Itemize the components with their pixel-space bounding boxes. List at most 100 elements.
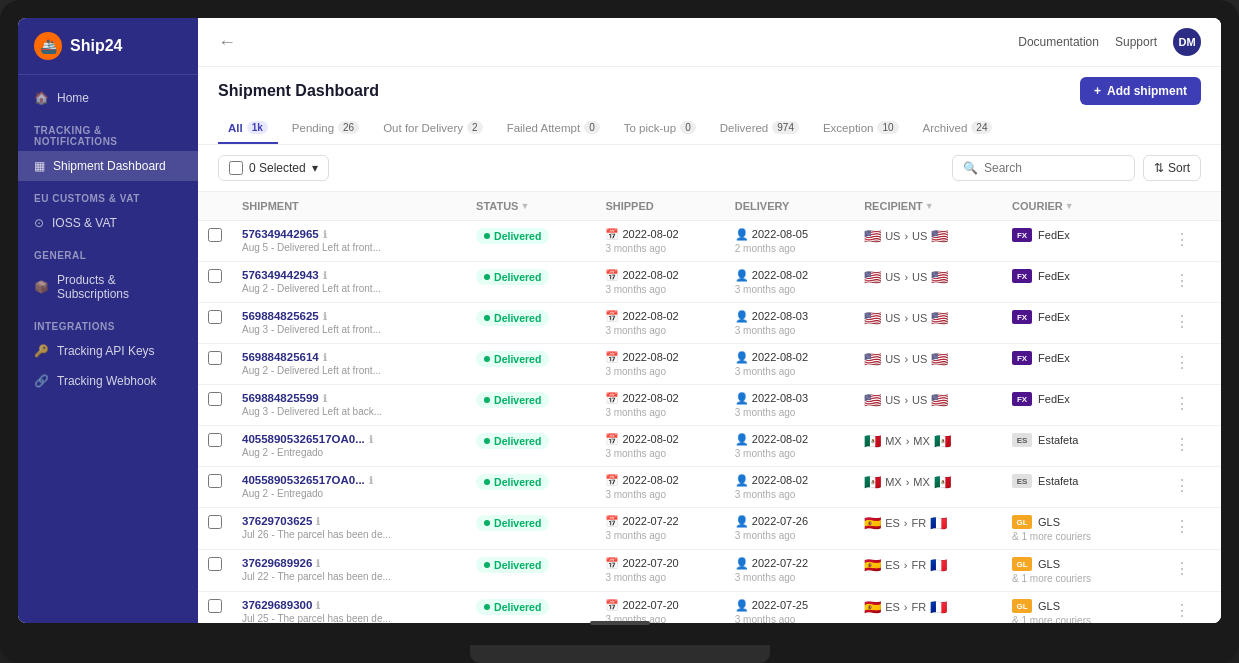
col-recipient-filter[interactable]: RECIPIENT ▼ <box>864 200 934 212</box>
row-courier: FX FedEx <box>1002 221 1160 262</box>
row-recipient: 🇪🇸 ES › FR 🇫🇷 <box>854 550 1002 592</box>
col-status-filter[interactable]: STATUS ▼ <box>476 200 529 212</box>
row-delivery: 👤 2022-07-22 3 months ago <box>725 550 854 592</box>
row-kebab-button[interactable]: ⋮ <box>1170 228 1194 251</box>
logo-icon: 🚢 <box>34 32 62 60</box>
row-kebab-button[interactable]: ⋮ <box>1170 269 1194 292</box>
tab-pending[interactable]: Pending 26 <box>282 113 369 144</box>
row-kebab-button[interactable]: ⋮ <box>1170 392 1194 415</box>
shipment-id: 37629689300 ℹ <box>242 599 456 611</box>
documentation-link[interactable]: Documentation <box>1018 35 1099 49</box>
select-all-checkbox[interactable] <box>229 161 243 175</box>
row-recipient: 🇺🇸 US › US 🇺🇸 <box>854 344 1002 385</box>
shipment-sub: Jul 26 - The parcel has been de... <box>242 529 456 540</box>
support-link[interactable]: Support <box>1115 35 1157 49</box>
products-icon: 📦 <box>34 280 49 294</box>
row-kebab-button[interactable]: ⋮ <box>1170 310 1194 333</box>
row-checkbox[interactable] <box>208 515 222 529</box>
row-kebab-button[interactable]: ⋮ <box>1170 433 1194 456</box>
col-courier-filter[interactable]: COURIER ▼ <box>1012 200 1074 212</box>
shipped-date: 📅 2022-08-02 <box>605 310 714 323</box>
sidebar-item-tracking-api[interactable]: 🔑 Tracking API Keys <box>18 336 198 366</box>
status-filter-icon: ▼ <box>520 201 529 211</box>
shipment-id: 37629703625 ℹ <box>242 515 456 527</box>
row-checkbox[interactable] <box>208 310 222 324</box>
row-status: Delivered <box>466 426 595 467</box>
search-box: 🔍 <box>952 155 1135 181</box>
shipped-ago: 3 months ago <box>605 530 714 541</box>
sidebar-item-products[interactable]: 📦 Products & Subscriptions <box>18 265 198 309</box>
row-checkbox[interactable] <box>208 433 222 447</box>
recipient-filter-icon: ▼ <box>925 201 934 211</box>
row-kebab-button[interactable]: ⋮ <box>1170 515 1194 538</box>
row-checkbox[interactable] <box>208 557 222 571</box>
sidebar-item-tracking-webhook[interactable]: 🔗 Tracking Webhook <box>18 366 198 396</box>
sidebar-item-home[interactable]: 🏠 Home <box>18 83 198 113</box>
delivery-ago: 3 months ago <box>735 407 844 418</box>
delivery-date: 👤 2022-08-02 <box>735 474 844 487</box>
status-badge: Delivered <box>476 310 549 326</box>
sidebar-item-label: Tracking API Keys <box>57 344 155 358</box>
to-code: MX <box>913 435 930 447</box>
row-kebab-button[interactable]: ⋮ <box>1170 474 1194 497</box>
tab-archived-badge: 24 <box>971 121 992 134</box>
to-code: FR <box>912 517 927 529</box>
add-shipment-button[interactable]: + Add shipment <box>1080 77 1201 105</box>
row-kebab-button[interactable]: ⋮ <box>1170 351 1194 374</box>
from-flag: 🇺🇸 <box>864 310 881 326</box>
from-code: ES <box>885 601 900 613</box>
back-button[interactable]: ← <box>218 32 236 53</box>
home-icon: 🏠 <box>34 91 49 105</box>
shipped-date: 📅 2022-08-02 <box>605 351 714 364</box>
row-checkbox[interactable] <box>208 474 222 488</box>
route-cell: 🇺🇸 US › US 🇺🇸 <box>864 269 992 285</box>
row-checkbox[interactable] <box>208 599 222 613</box>
search-input[interactable] <box>984 161 1124 175</box>
table-container: SHIPMENT STATUS ▼ SHIPPED DELIVERY <box>198 192 1221 623</box>
tab-pickup-badge: 0 <box>680 121 696 134</box>
courier-name: Estafeta <box>1038 475 1078 487</box>
dashboard-icon: ▦ <box>34 159 45 173</box>
row-checkbox[interactable] <box>208 351 222 365</box>
tab-failed[interactable]: Failed Attempt 0 <box>497 113 610 144</box>
row-shipped: 📅 2022-07-22 3 months ago <box>595 508 724 550</box>
row-delivery: 👤 2022-08-02 3 months ago <box>725 344 854 385</box>
tab-all[interactable]: All 1k <box>218 113 278 144</box>
avatar[interactable]: DM <box>1173 28 1201 56</box>
route-cell: 🇺🇸 US › US 🇺🇸 <box>864 351 992 367</box>
row-checkbox[interactable] <box>208 392 222 406</box>
row-shipped: 📅 2022-08-02 3 months ago <box>595 344 724 385</box>
status-badge: Delivered <box>476 228 549 244</box>
tab-delivered[interactable]: Delivered 974 <box>710 113 809 144</box>
tab-pickup[interactable]: To pick-up 0 <box>614 113 706 144</box>
row-kebab-button[interactable]: ⋮ <box>1170 599 1194 622</box>
tab-archived[interactable]: Archived 24 <box>913 113 1003 144</box>
selected-button[interactable]: 0 Selected ▾ <box>218 155 329 181</box>
to-flag: 🇫🇷 <box>930 599 947 615</box>
tab-failed-label: Failed Attempt <box>507 122 581 134</box>
sidebar-item-shipment-dashboard[interactable]: ▦ Shipment Dashboard <box>18 151 198 181</box>
tab-out-delivery[interactable]: Out for Delivery 2 <box>373 113 492 144</box>
sidebar-item-ioss-vat[interactable]: ⊙ IOSS & VAT <box>18 208 198 238</box>
shipped-ago: 3 months ago <box>605 243 714 254</box>
status-dot <box>484 520 490 526</box>
tab-exception[interactable]: Exception 10 <box>813 113 909 144</box>
row-kebab-cell: ⋮ <box>1160 344 1221 385</box>
from-code: ES <box>885 517 900 529</box>
row-checkbox-cell <box>198 303 232 344</box>
row-checkbox-cell <box>198 262 232 303</box>
from-flag: 🇺🇸 <box>864 351 881 367</box>
row-checkbox[interactable] <box>208 228 222 242</box>
sort-button[interactable]: ⇅ Sort <box>1143 155 1201 181</box>
delivery-ago: 3 months ago <box>735 284 844 295</box>
tab-all-badge: 1k <box>247 121 268 134</box>
route-cell: 🇺🇸 US › US 🇺🇸 <box>864 228 992 244</box>
row-kebab-button[interactable]: ⋮ <box>1170 557 1194 580</box>
status-badge: Delivered <box>476 557 549 573</box>
row-checkbox[interactable] <box>208 269 222 283</box>
info-icon: ℹ <box>323 270 327 281</box>
table-row: 37629689926 ℹ Jul 22 - The parcel has be… <box>198 550 1221 592</box>
row-recipient: 🇪🇸 ES › FR 🇫🇷 <box>854 592 1002 624</box>
col-actions <box>1160 192 1221 221</box>
arrow: › <box>904 353 908 365</box>
